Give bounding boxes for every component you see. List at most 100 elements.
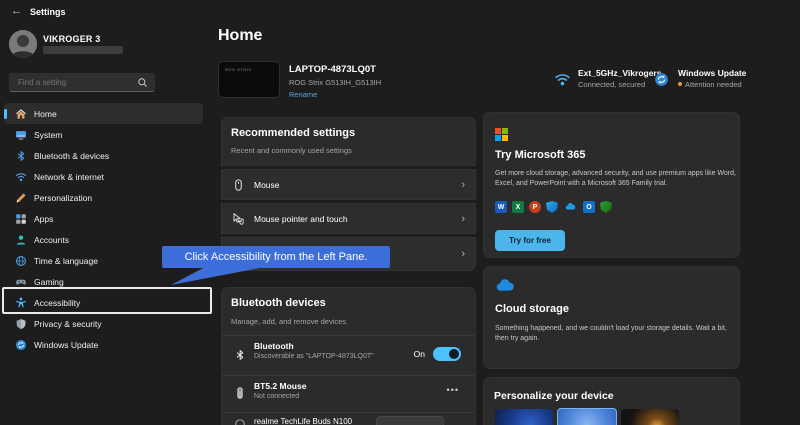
family-safety-icon: [600, 201, 612, 213]
more-options-button[interactable]: •••: [447, 385, 459, 395]
back-button[interactable]: ←: [11, 5, 22, 17]
excel-icon: X: [512, 201, 524, 213]
recommended-subtitle: Recent and commonly used settings: [231, 146, 352, 155]
windows-update-status: Attention needed: [678, 80, 742, 89]
device-name: BT5.2 Mouse: [254, 381, 307, 391]
bluetooth-card-title: Bluetooth devices: [231, 297, 326, 309]
device-row-earbuds[interactable]: realme TechLife Buds N100: [222, 412, 475, 425]
sidebar-item-label: Gaming: [34, 276, 64, 287]
theme-thumbnail-3[interactable]: [621, 409, 679, 425]
connect-button[interactable]: [376, 416, 444, 425]
sidebar-item-label: Home: [34, 108, 57, 119]
selected-indicator: [4, 108, 7, 119]
wifi-icon: [555, 74, 570, 86]
window-title: Settings: [30, 7, 66, 17]
mouse-icon: [235, 178, 242, 191]
toggle-knob: [449, 349, 459, 359]
bluetooth-icon: [15, 150, 27, 162]
m365-description: Get more cloud storage, advanced securit…: [495, 170, 736, 187]
recommended-title: Recommended settings: [231, 127, 356, 139]
sidebar-item-home[interactable]: Home: [4, 103, 203, 124]
sidebar-item-label: Time & language: [34, 255, 98, 266]
try-for-free-button[interactable]: Try for free: [495, 230, 565, 251]
user-profile[interactable]: VIKROGER 3: [9, 30, 199, 60]
rename-link[interactable]: Rename: [289, 90, 317, 99]
sidebar-item-apps[interactable]: Apps: [4, 208, 203, 229]
bluetooth-devices-card: Bluetooth devices Manage, add, and remov…: [221, 287, 476, 425]
pointer-touch-icon: [233, 212, 244, 225]
sidebar-item-label: Network & internet: [34, 171, 104, 182]
personalization-icon: [15, 192, 27, 204]
device-name: LAPTOP-4873LQ0T: [289, 64, 376, 75]
settings-window: ← Settings VIKROGER 3 Home System Blueto…: [0, 0, 800, 425]
device-thumbnail: ROG STRIX: [218, 61, 280, 98]
m365-title: Try Microsoft 365: [495, 149, 586, 161]
sidebar-item-label: System: [34, 129, 63, 140]
accessibility-highlight-box: [2, 287, 212, 314]
chevron-right-icon: ›: [461, 248, 465, 260]
personalize-title: Personalize your device: [494, 390, 614, 402]
earbuds-icon: [235, 419, 245, 425]
avatar: [9, 30, 37, 58]
device-model: ROG Strix G513IH_G513IH: [289, 78, 382, 87]
search-box: [9, 73, 155, 92]
search-input[interactable]: [10, 78, 137, 87]
gamepad-icon: [15, 276, 27, 288]
recommended-settings-card: Recommended settings Recent and commonly…: [221, 117, 476, 166]
device-thumbnail-label: ROG STRIX: [225, 67, 252, 72]
microsoft-logo: [495, 128, 508, 141]
sidebar-item-privacy-security[interactable]: Privacy & security: [4, 313, 203, 334]
home-icon: [15, 108, 27, 120]
toggle-state-label: On: [413, 349, 425, 359]
sidebar-item-label: Accounts: [34, 234, 69, 245]
user-email-redacted: [43, 46, 123, 54]
annotation-arrow: [171, 267, 265, 285]
sidebar-item-personalization[interactable]: Personalization: [4, 187, 203, 208]
row-label: Mouse: [254, 179, 280, 190]
chevron-right-icon: ›: [461, 212, 465, 225]
sidebar-item-system[interactable]: System: [4, 124, 203, 145]
theme-thumbnail-2[interactable]: [557, 408, 617, 425]
word-icon: W: [495, 201, 507, 213]
bluetooth-toggle-row: Bluetooth Discoverable as "LAPTOP-4873LQ…: [222, 335, 475, 374]
mouse-device-icon: [237, 387, 243, 399]
device-status: Not connected: [254, 393, 300, 400]
page-title: Home: [218, 27, 263, 44]
cloud-storage-card: Cloud storage Something happened, and we…: [483, 266, 740, 369]
theme-thumbnails: [495, 408, 679, 425]
windows-update-tile[interactable]: Windows Update Attention needed: [654, 68, 764, 98]
bluetooth-toggle[interactable]: [433, 347, 461, 361]
annotation-callout: Click Accessibility from the Left Pane.: [162, 246, 390, 268]
sidebar-item-label: Privacy & security: [34, 318, 102, 329]
sidebar-item-windows-update[interactable]: Windows Update: [4, 334, 203, 355]
device-row-mouse[interactable]: BT5.2 Mouse Not connected •••: [222, 375, 475, 409]
cloud-storage-title: Cloud storage: [495, 303, 569, 315]
sidebar-item-label: Apps: [34, 213, 54, 224]
chevron-right-icon: ›: [461, 178, 465, 191]
recommended-row-mouse-pointer[interactable]: Mouse pointer and touch ›: [221, 203, 476, 234]
cloud-storage-description: Something happened, and we couldn't load…: [495, 325, 727, 342]
system-icon: [15, 129, 27, 141]
windows-update-title: Windows Update: [678, 68, 747, 78]
apps-icon: [15, 213, 27, 225]
bluetooth-card-subtitle: Manage, add, and remove devices: [231, 317, 347, 326]
accounts-icon: [15, 234, 27, 246]
sidebar-item-bluetooth-devices[interactable]: Bluetooth & devices: [4, 145, 203, 166]
globe-icon: [15, 255, 27, 267]
bluetooth-discoverable-text: Discoverable as "LAPTOP-4873LQ0T": [254, 353, 374, 360]
office-apps-icons: W X P O: [495, 201, 612, 213]
sidebar-item-label: Windows Update: [34, 339, 99, 350]
sidebar-item-network-internet[interactable]: Network & internet: [4, 166, 203, 187]
sidebar-item-label: Bluetooth & devices: [34, 150, 110, 161]
defender-icon: [546, 201, 558, 213]
powerpoint-icon: P: [529, 201, 541, 213]
personalize-card: Personalize your device: [483, 377, 740, 425]
recommended-row-mouse[interactable]: Mouse ›: [221, 169, 476, 200]
search-icon: [138, 78, 147, 87]
onedrive-cloud-icon: [496, 279, 514, 291]
wifi-network-status: Connected, secured: [578, 80, 646, 89]
theme-thumbnail-1[interactable]: [495, 409, 553, 425]
bluetooth-icon: [236, 350, 244, 360]
row-label: Mouse pointer and touch: [254, 213, 348, 224]
sidebar-nav: Home System Bluetooth & devices Network …: [0, 103, 207, 355]
